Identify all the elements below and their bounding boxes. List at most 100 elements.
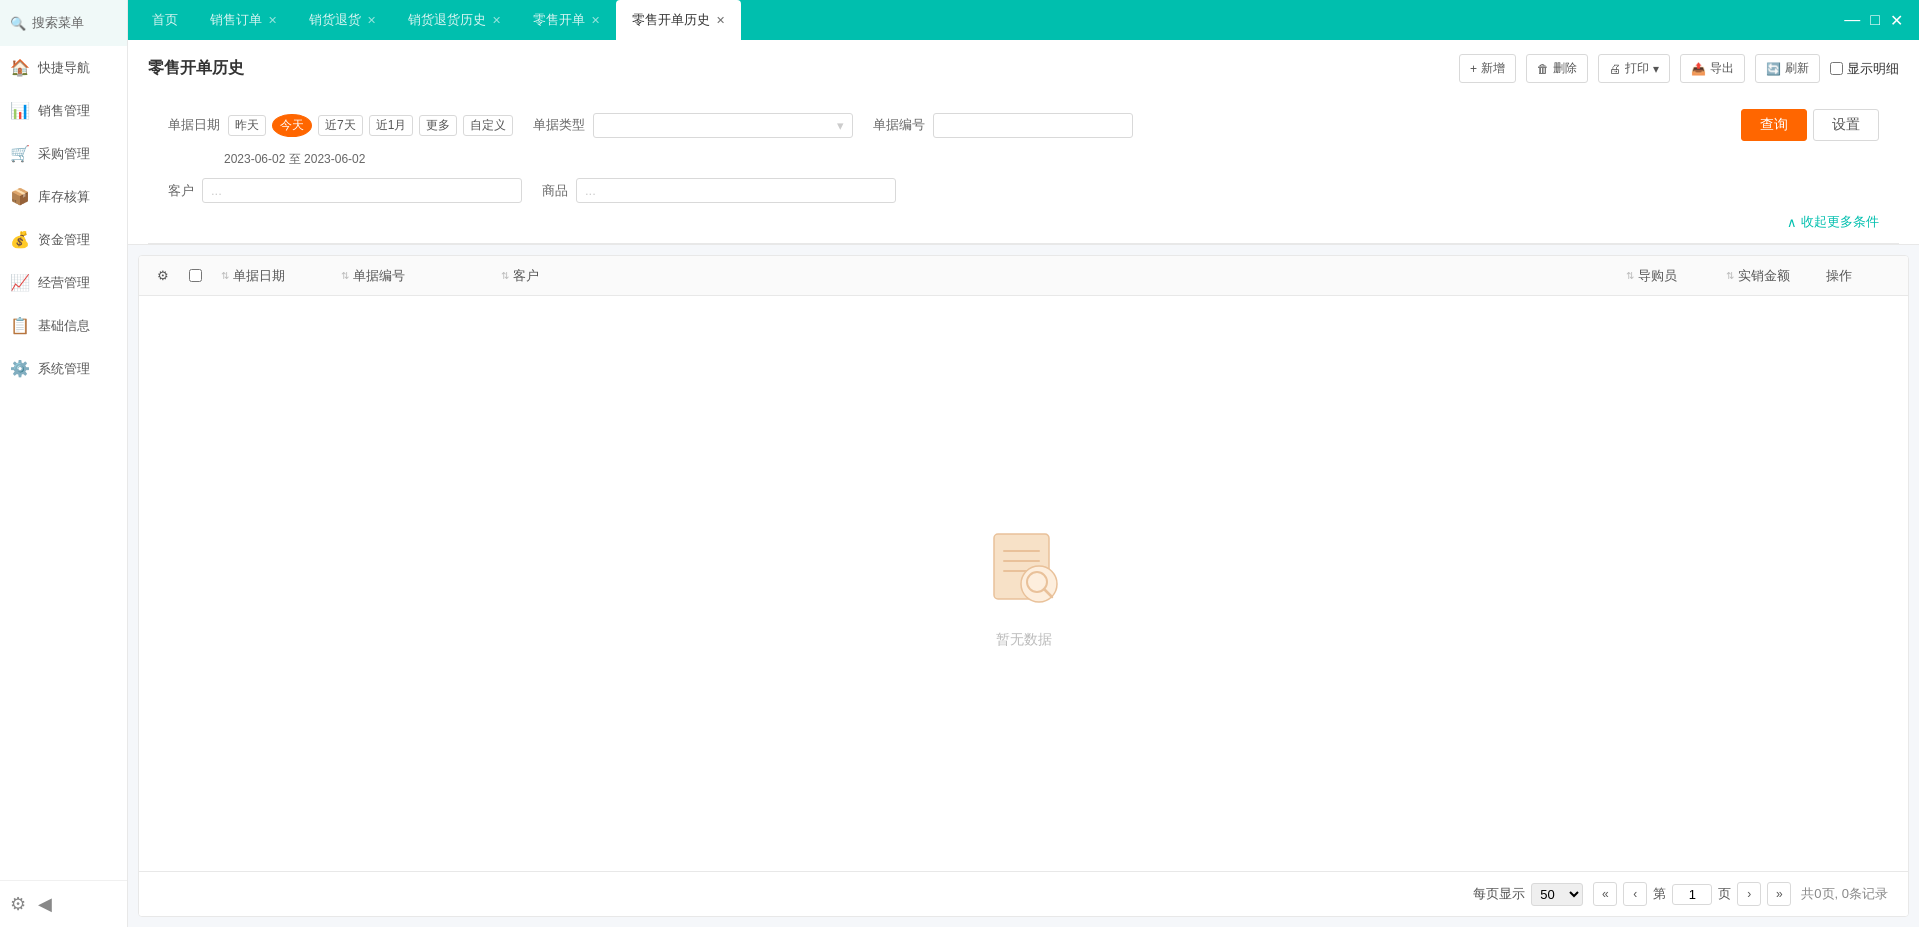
date-filter-label: 单据日期 (168, 116, 220, 134)
sidebar-item-operations[interactable]: 📈 经营管理 (0, 261, 127, 304)
th-amount[interactable]: ⇅ 实销金额 (1718, 267, 1818, 285)
add-icon: + (1470, 62, 1477, 76)
sidebar-item-sales-mgmt[interactable]: 📊 销售管理 (0, 89, 127, 132)
th-customer[interactable]: ⇅ 客户 (493, 267, 1618, 285)
tab-sales-return-label: 销货退货 (309, 11, 361, 29)
page-title: 零售开单历史 (148, 58, 244, 79)
tab-retail-history-close[interactable]: ✕ (716, 14, 725, 27)
sidebar-item-system[interactable]: ⚙️ 系统管理 (0, 347, 127, 390)
sort-icon-no: ⇅ (341, 270, 349, 281)
sidebar-item-label: 采购管理 (38, 145, 90, 163)
settings-bottom-icon[interactable]: ⚙ (10, 893, 26, 915)
last7days-btn[interactable]: 近7天 (318, 115, 363, 136)
print-button[interactable]: 🖨 打印 ▾ (1598, 54, 1670, 83)
tabbar-close-icon[interactable]: ✕ (1890, 11, 1903, 30)
display-detail-label: 显示明细 (1847, 60, 1899, 78)
display-detail-toggle[interactable]: 显示明细 (1830, 60, 1899, 78)
tab-sales-order-close[interactable]: ✕ (268, 14, 277, 27)
custom-btn[interactable]: 自定义 (463, 115, 513, 136)
collapse-sidebar-icon[interactable]: ◀ (38, 893, 52, 915)
first-page-btn[interactable]: « (1593, 882, 1617, 906)
last-page-btn[interactable]: » (1767, 882, 1791, 906)
tab-sales-order[interactable]: 销售订单 ✕ (194, 0, 293, 40)
no-input[interactable] (933, 113, 1133, 138)
sidebar-item-quick-nav[interactable]: 🏠 快捷导航 (0, 46, 127, 89)
finance-icon: 💰 (10, 230, 30, 249)
delete-button[interactable]: 🗑 删除 (1526, 54, 1588, 83)
th-no[interactable]: ⇅ 单据编号 (333, 267, 493, 285)
more-btn[interactable]: 更多 (419, 115, 457, 136)
export-icon: 📤 (1691, 62, 1706, 76)
sidebar-search[interactable]: 🔍 搜索菜单 (0, 0, 127, 46)
filter-row-3: 客户 ... 商品 ... (168, 178, 1879, 203)
filter-no-item: 单据编号 (873, 113, 1133, 138)
sidebar-item-basic-info[interactable]: 📋 基础信息 (0, 304, 127, 347)
date-range-display: 2023-06-02 至 2023-06-02 (224, 151, 365, 168)
next-page-btn[interactable]: › (1737, 882, 1761, 906)
goods-select[interactable]: ... (576, 178, 896, 203)
th-date[interactable]: ⇅ 单据日期 (213, 267, 333, 285)
table-area: ⚙ ⇅ 单据日期 ⇅ 单据编号 ⇅ 客户 ⇅ (138, 255, 1909, 917)
page-input[interactable] (1672, 884, 1712, 905)
sidebar: 🔍 搜索菜单 🏠 快捷导航 📊 销售管理 🛒 采购管理 📦 库存核算 💰 资金管… (0, 0, 128, 927)
sidebar-item-purchase-mgmt[interactable]: 🛒 采购管理 (0, 132, 127, 175)
th-settings[interactable]: ⚙ (149, 268, 181, 283)
sidebar-item-label: 销售管理 (38, 102, 90, 120)
print-icon: 🖨 (1609, 62, 1621, 76)
print-dropdown-icon: ▾ (1653, 62, 1659, 76)
page-header: 零售开单历史 + 新增 🗑 删除 🖨 打印 ▾ (128, 40, 1919, 245)
search-icon: 🔍 (10, 16, 26, 31)
yesterday-btn[interactable]: 昨天 (228, 115, 266, 136)
customer-select[interactable]: ... (202, 178, 522, 203)
th-customer-label: 客户 (513, 267, 539, 285)
tab-retail-history[interactable]: 零售开单历史 ✕ (616, 0, 741, 40)
sidebar-item-finance[interactable]: 💰 资金管理 (0, 218, 127, 261)
tab-retail-open[interactable]: 零售开单 ✕ (517, 0, 616, 40)
last1month-btn[interactable]: 近1月 (369, 115, 414, 136)
tab-home[interactable]: 首页 (136, 0, 194, 40)
tab-sales-return-close[interactable]: ✕ (367, 14, 376, 27)
tab-retail-open-label: 零售开单 (533, 11, 585, 29)
home-icon: 🏠 (10, 58, 30, 77)
filter-row-2: 2023-06-02 至 2023-06-02 (168, 151, 1879, 168)
tabbar-minus-icon[interactable]: — (1844, 11, 1860, 30)
basic-info-icon: 📋 (10, 316, 30, 335)
sidebar-item-inventory[interactable]: 📦 库存核算 (0, 175, 127, 218)
column-settings-icon[interactable]: ⚙ (157, 268, 169, 283)
tabbar-maximize-icon[interactable]: □ (1870, 11, 1880, 30)
th-guide[interactable]: ⇅ 导购员 (1618, 267, 1718, 285)
tab-retail-open-close[interactable]: ✕ (591, 14, 600, 27)
th-date-label: 单据日期 (233, 267, 285, 285)
display-detail-checkbox[interactable] (1830, 62, 1843, 75)
page-title-bar: 零售开单历史 + 新增 🗑 删除 🖨 打印 ▾ (148, 54, 1899, 83)
settings-button[interactable]: 设置 (1813, 109, 1879, 141)
select-all-checkbox[interactable] (189, 269, 202, 282)
type-filter-label: 单据类型 (533, 116, 585, 134)
delete-label: 删除 (1553, 60, 1577, 77)
th-action-label: 操作 (1826, 267, 1852, 285)
sort-icon-customer: ⇅ (501, 270, 509, 281)
today-btn[interactable]: 今天 (272, 114, 312, 137)
no-filter-label: 单据编号 (873, 116, 925, 134)
add-button[interactable]: + 新增 (1459, 54, 1516, 83)
th-checkbox[interactable] (181, 269, 213, 282)
filter-customer-item: 客户 ... (168, 178, 522, 203)
goods-dots: ... (585, 183, 596, 198)
refresh-button[interactable]: 🔄 刷新 (1755, 54, 1820, 83)
refresh-icon: 🔄 (1766, 62, 1781, 76)
table-header: ⚙ ⇅ 单据日期 ⇅ 单据编号 ⇅ 客户 ⇅ (139, 256, 1908, 296)
sort-icon-date: ⇅ (221, 270, 229, 281)
export-button[interactable]: 📤 导出 (1680, 54, 1745, 83)
query-button[interactable]: 查询 (1741, 109, 1807, 141)
tab-sales-return[interactable]: 销货退货 ✕ (293, 0, 392, 40)
tab-sales-return-history-close[interactable]: ✕ (492, 14, 501, 27)
customer-filter-label: 客户 (168, 182, 194, 200)
type-select[interactable]: ▾ (593, 113, 853, 138)
collapse-button[interactable]: ∧ 收起更多条件 (1787, 213, 1879, 231)
purchase-icon: 🛒 (10, 144, 30, 163)
page-size-select: 每页显示 50 100 200 (1473, 883, 1583, 906)
sidebar-item-label: 系统管理 (38, 360, 90, 378)
tab-sales-return-history[interactable]: 销货退货历史 ✕ (392, 0, 517, 40)
prev-page-btn[interactable]: ‹ (1623, 882, 1647, 906)
per-page-select[interactable]: 50 100 200 (1531, 883, 1583, 906)
